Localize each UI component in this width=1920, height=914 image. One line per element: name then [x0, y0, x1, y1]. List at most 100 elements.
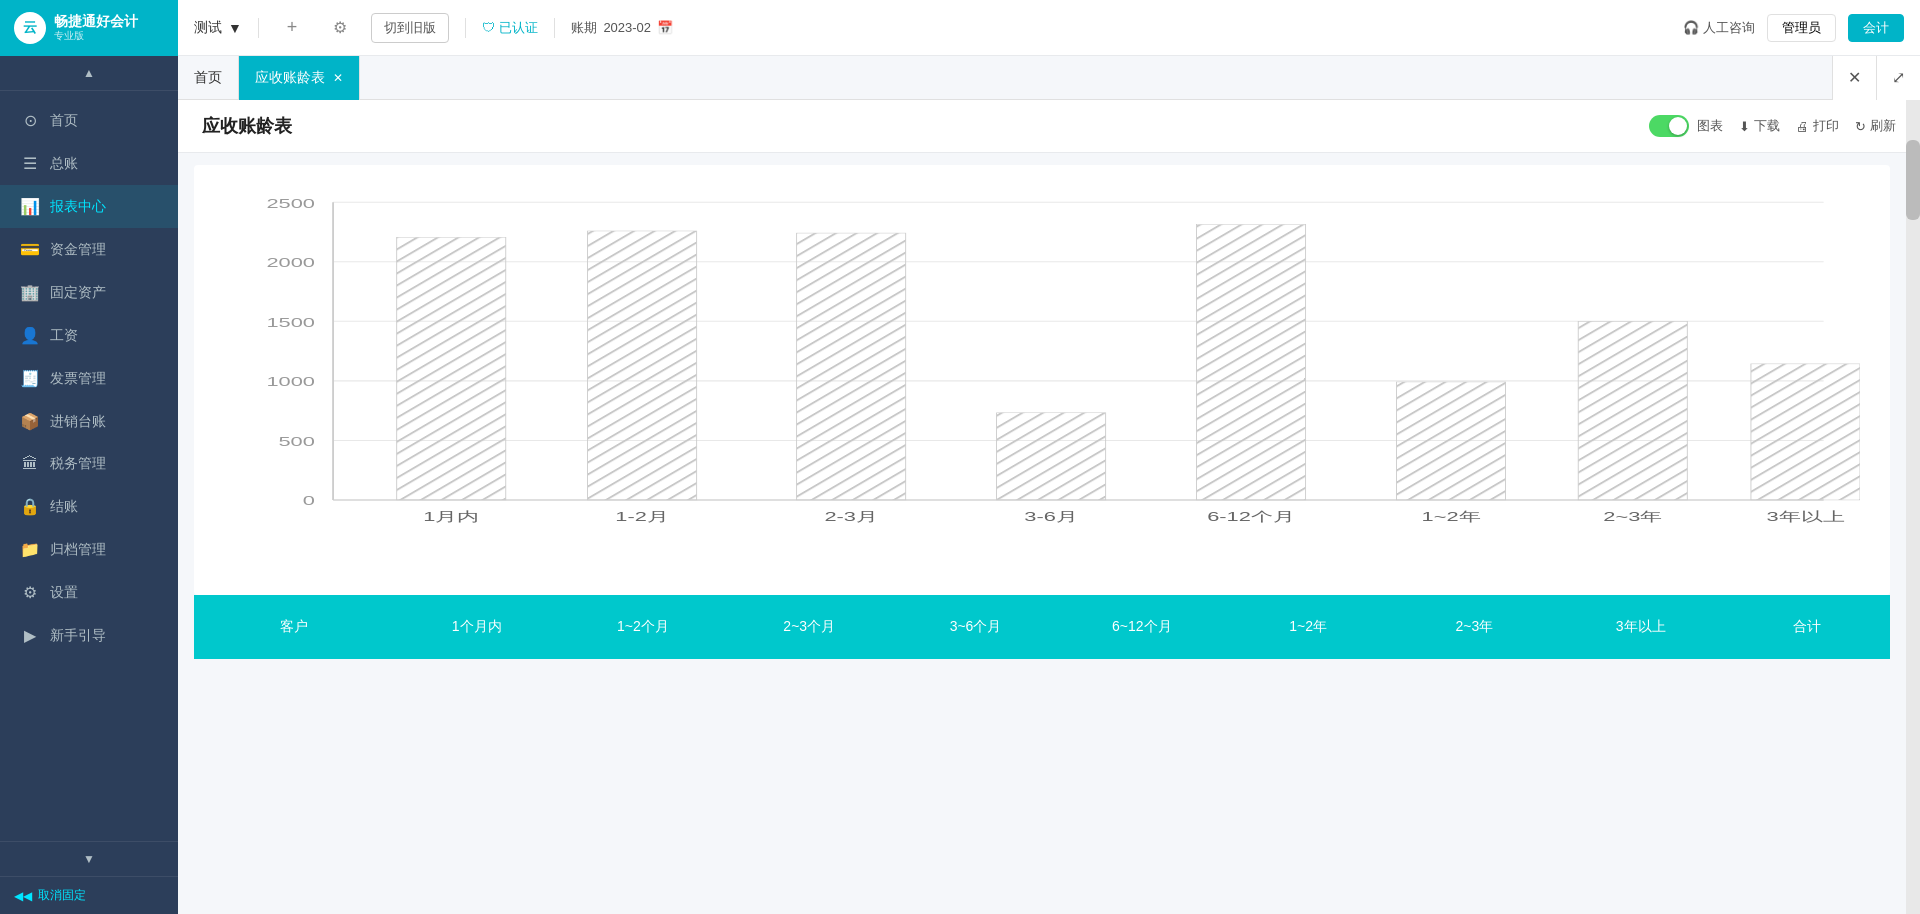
svg-rect-16: [1197, 225, 1306, 500]
col-3-6m: 3~6个月: [892, 618, 1058, 636]
sidebar-item-reports[interactable]: 📊 报表中心: [0, 185, 178, 228]
tab-aging[interactable]: 应收账龄表 ✕: [239, 56, 360, 100]
toggle-switch[interactable]: [1649, 115, 1689, 137]
print-icon: 🖨: [1796, 119, 1809, 134]
bar-chart: 0 500 1000 1500 2000 2500: [224, 181, 1860, 585]
sidebar-item-home-label: 首页: [50, 112, 78, 130]
sidebar-item-closing-label: 结账: [50, 498, 78, 516]
sidebar-item-home[interactable]: ⊙ 首页: [0, 99, 178, 142]
svg-rect-13: [588, 231, 697, 500]
download-btn[interactable]: ⬇ 下载: [1739, 117, 1780, 135]
svg-rect-19: [1751, 364, 1860, 500]
certified-badge: 🛡 已认证: [482, 19, 538, 37]
headset-icon: 🎧: [1683, 20, 1699, 35]
tab-home-label: 首页: [194, 69, 222, 87]
chart-toggle[interactable]: 图表: [1649, 115, 1723, 137]
refresh-btn[interactable]: ↻ 刷新: [1855, 117, 1896, 135]
home-icon: ⊙: [20, 111, 40, 130]
assets-icon: 🏢: [20, 283, 40, 302]
tab-close-btn[interactable]: ✕: [1832, 56, 1876, 100]
svg-text:6-12个月: 6-12个月: [1207, 510, 1295, 524]
payroll-icon: 👤: [20, 326, 40, 345]
download-label: 下载: [1754, 117, 1780, 135]
old-version-label: 切到旧版: [384, 19, 436, 37]
app-name: 畅捷通好会计: [54, 13, 138, 30]
main-area: 测试 ▼ + ⚙ 切到旧版 🛡 已认证 账期 2023-02 📅 🎧 人工咨询 …: [178, 0, 1920, 914]
manager-btn[interactable]: 管理员: [1767, 14, 1836, 42]
sidebar-item-guide[interactable]: ▶ 新手引导: [0, 614, 178, 657]
svg-text:1-2月: 1-2月: [615, 510, 668, 524]
sidebar-item-funds-label: 资金管理: [50, 241, 106, 259]
tax-icon: 🏛: [20, 455, 40, 473]
app-name-block: 畅捷通好会计 专业版: [54, 13, 138, 44]
sidebar-item-payroll[interactable]: 👤 工资: [0, 314, 178, 357]
scrollbar-track[interactable]: [1906, 100, 1920, 914]
shield-icon: 🛡: [482, 20, 495, 35]
print-btn[interactable]: 🖨 打印: [1796, 117, 1839, 135]
tab-expand-btn[interactable]: ⤢: [1876, 56, 1920, 100]
bottom-spacer: [178, 659, 1906, 679]
period-text: 账期: [571, 19, 597, 37]
topbar-divider-3: [554, 18, 555, 38]
app-logo-icon: 云: [14, 12, 46, 44]
tab-home[interactable]: 首页: [178, 56, 239, 100]
col-1m: 1个月内: [394, 618, 560, 636]
sidebar-item-assets[interactable]: 🏢 固定资产: [0, 271, 178, 314]
project-selector[interactable]: 测试 ▼: [194, 19, 242, 37]
sidebar-item-archive-label: 归档管理: [50, 541, 106, 559]
svg-text:3年以上: 3年以上: [1766, 510, 1844, 524]
topbar-right: 🎧 人工咨询 管理员 会计: [1683, 14, 1904, 42]
col-3y-plus: 3年以上: [1558, 618, 1724, 636]
sidebar-item-ledger[interactable]: ☰ 总账: [0, 142, 178, 185]
accountant-btn[interactable]: 会计: [1848, 14, 1904, 42]
sidebar-item-invoice-label: 发票管理: [50, 370, 106, 388]
settings-nav-icon: ⚙: [20, 583, 40, 602]
col-2-3m: 2~3个月: [726, 618, 892, 636]
service-btn[interactable]: 🎧 人工咨询: [1683, 19, 1755, 37]
manager-label: 管理员: [1782, 20, 1821, 35]
svg-text:1~2年: 1~2年: [1422, 510, 1481, 524]
svg-text:0: 0: [303, 494, 315, 508]
sidebar-logo: 云 畅捷通好会计 专业版: [0, 0, 178, 56]
dropdown-icon: ▼: [228, 20, 242, 36]
svg-rect-17: [1396, 382, 1505, 500]
sidebar-item-trade[interactable]: 📦 进销台账: [0, 400, 178, 443]
sidebar-item-settings[interactable]: ⚙ 设置: [0, 571, 178, 614]
sidebar-item-archive[interactable]: 📁 归档管理: [0, 528, 178, 571]
svg-text:1月内: 1月内: [423, 510, 479, 524]
svg-text:2~3年: 2~3年: [1603, 510, 1662, 524]
add-company-btn[interactable]: +: [275, 12, 310, 43]
cancel-fixed-btn[interactable]: ◀◀ 取消固定: [0, 876, 178, 914]
col-2-3y: 2~3年: [1391, 618, 1557, 636]
pin-icon: ◀◀: [14, 889, 32, 903]
chart-card: 0 500 1000 1500 2000 2500: [194, 165, 1890, 595]
svg-text:2500: 2500: [266, 196, 315, 210]
sidebar-nav: ⊙ 首页 ☰ 总账 📊 报表中心 💳 资金管理 🏢 固定资产 👤 工资 🧾 发票…: [0, 91, 178, 841]
sidebar-item-funds[interactable]: 💳 资金管理: [0, 228, 178, 271]
closing-icon: 🔒: [20, 497, 40, 516]
project-name: 测试: [194, 19, 222, 37]
old-version-btn[interactable]: 切到旧版: [371, 13, 449, 43]
svg-rect-18: [1578, 321, 1687, 500]
ledger-icon: ☰: [20, 154, 40, 173]
tab-close-icon[interactable]: ✕: [333, 71, 343, 85]
period-value: 2023-02: [603, 20, 651, 35]
svg-rect-15: [997, 413, 1106, 500]
sidebar-item-closing[interactable]: 🔒 结账: [0, 485, 178, 528]
sidebar-item-assets-label: 固定资产: [50, 284, 106, 302]
tabbar: 首页 应收账龄表 ✕ ✕ ⤢: [178, 56, 1920, 100]
topbar-divider-2: [465, 18, 466, 38]
chart-toggle-label: 图表: [1697, 117, 1723, 135]
scroll-content[interactable]: 0 500 1000 1500 2000 2500: [178, 153, 1920, 914]
sidebar-item-tax[interactable]: 🏛 税务管理: [0, 443, 178, 485]
sidebar-item-invoice[interactable]: 🧾 发票管理: [0, 357, 178, 400]
svg-text:1500: 1500: [266, 315, 315, 329]
print-label: 打印: [1813, 117, 1839, 135]
settings-btn[interactable]: ⚙: [321, 13, 359, 42]
scroll-down-btn[interactable]: ▼: [83, 846, 95, 872]
scroll-up-btn[interactable]: ▲: [83, 60, 95, 86]
period-selector[interactable]: 账期 2023-02 📅: [571, 19, 673, 37]
scrollbar-thumb[interactable]: [1906, 140, 1920, 220]
sidebar-item-trade-label: 进销台账: [50, 413, 106, 431]
calendar-icon: 📅: [657, 20, 673, 35]
